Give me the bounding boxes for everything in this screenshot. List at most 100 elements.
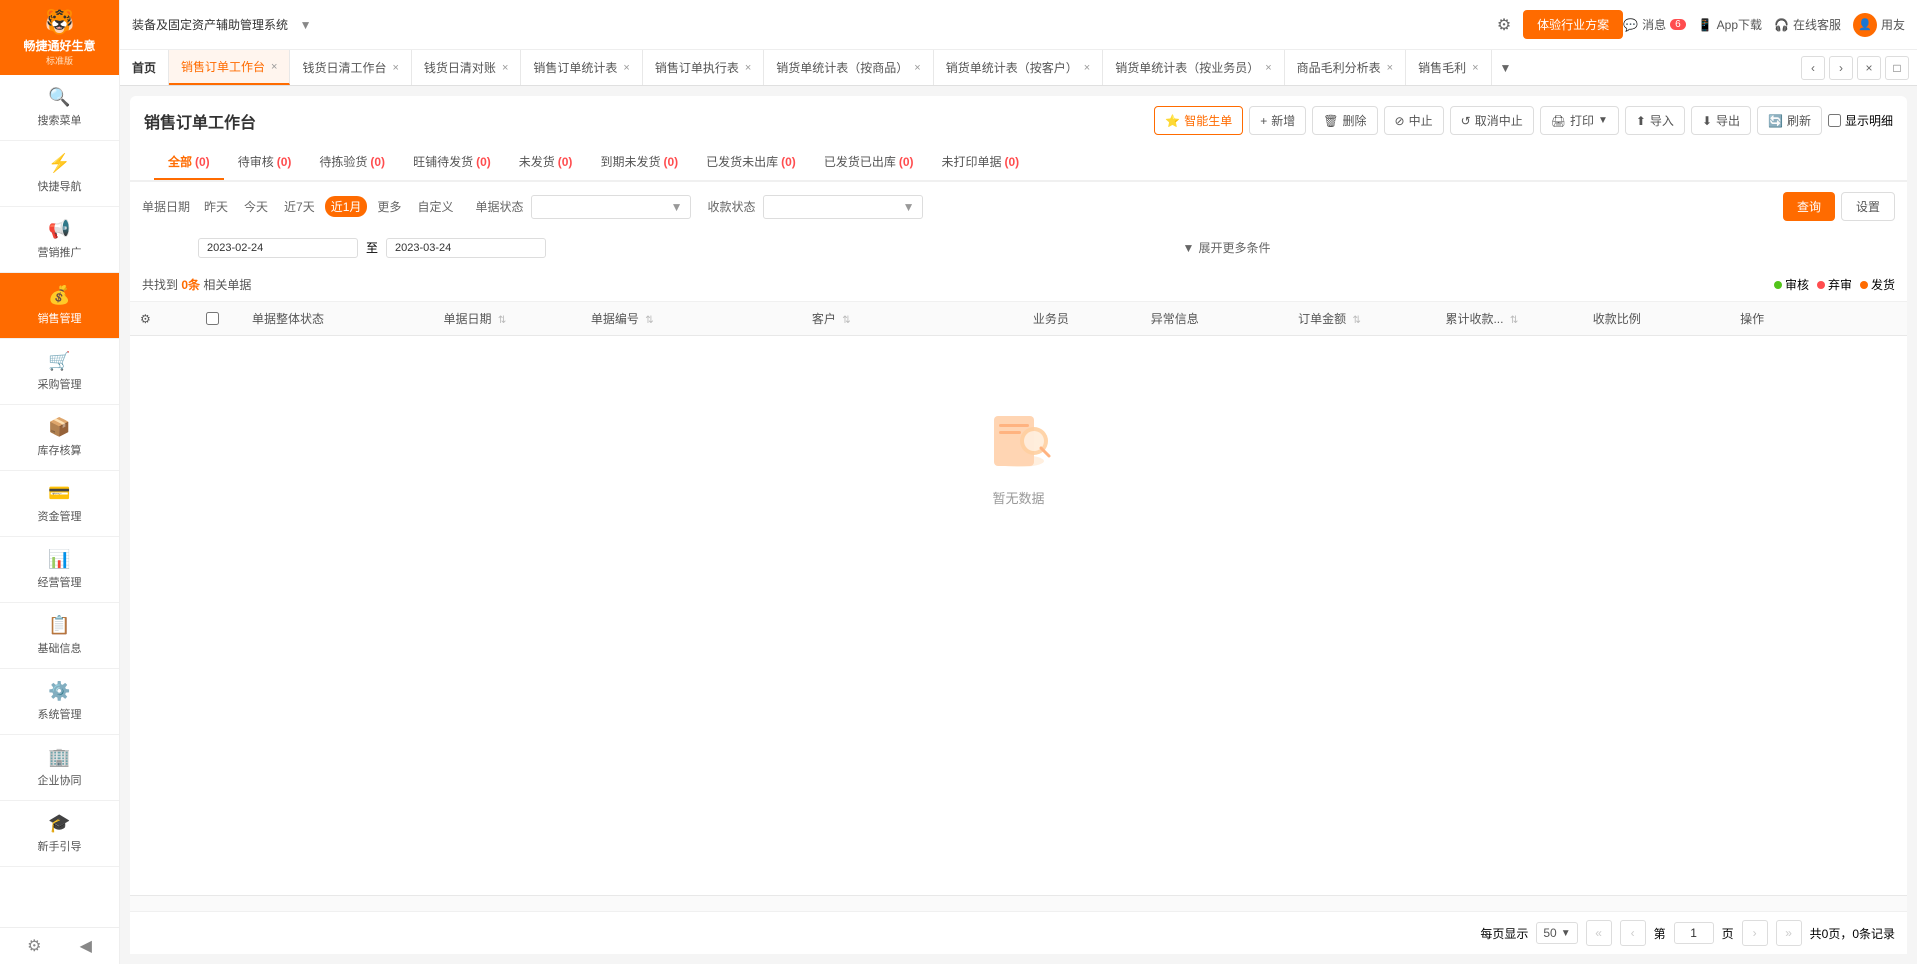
tab-close-all-btn[interactable]: × (1857, 56, 1881, 80)
settings-footer-icon[interactable]: ⚙ (27, 936, 41, 956)
date-from-input[interactable] (198, 238, 358, 258)
sidebar-item-marketing[interactable]: 📢 营销推广 (0, 207, 119, 273)
date-quick-btn-昨天[interactable]: 昨天 (198, 196, 234, 217)
page-number-input[interactable] (1674, 922, 1714, 944)
refresh-btn[interactable]: 🔄 刷新 (1757, 106, 1822, 135)
sidebar-item-basic[interactable]: 📋 基础信息 (0, 603, 119, 669)
filter-tab-pending-review[interactable]: 待审核(0) (224, 145, 306, 180)
filter-tab-wangpu-pending[interactable]: 旺铺待发货(0) (399, 145, 505, 180)
date-quick-btn-近1月[interactable]: 近1月 (325, 196, 368, 217)
sidebar-item-quick-nav[interactable]: ⚡ 快捷导航 (0, 141, 119, 207)
query-btn[interactable]: 查询 (1783, 192, 1835, 221)
filter-tab-all[interactable]: 全部(0) (154, 145, 224, 180)
tab-home[interactable]: 首页 (120, 50, 169, 85)
col-abnormal-header[interactable]: 异常信息 (1141, 302, 1288, 336)
stop-btn[interactable]: ⊘ 中止 (1384, 106, 1444, 135)
page-next-btn[interactable]: › (1742, 920, 1768, 946)
sidebar-item-inventory[interactable]: 📦 库存核算 (0, 405, 119, 471)
solution-btn[interactable]: 体验行业方案 (1523, 10, 1623, 39)
filter-tab-shipped-not-out[interactable]: 已发货未出库(0) (692, 145, 810, 180)
tab-close-goods-margin[interactable]: × (1387, 62, 1393, 74)
cancel-review-action-btn[interactable]: 弃审 (1817, 276, 1852, 293)
tab-cash-reconcile[interactable]: 钱货日清对账× (412, 50, 521, 85)
tab-close-sales-summary-customer[interactable]: × (1084, 62, 1090, 74)
dropdown-arrow[interactable]: ▼ (300, 18, 312, 32)
tab-close-sales-summary-product[interactable]: × (914, 62, 920, 74)
sidebar-item-enterprise[interactable]: 🏢 企业协同 (0, 735, 119, 801)
message-action[interactable]: 💬 消息 6 (1623, 16, 1686, 33)
tab-maximize-btn[interactable]: □ (1885, 56, 1909, 80)
col-no-header[interactable]: 单据编号 ⇅ (581, 302, 802, 336)
payment-select[interactable]: ▼ (763, 195, 923, 219)
tab-sales-profit[interactable]: 销售毛利× (1406, 50, 1491, 85)
tab-sales-summary-product[interactable]: 销货单统计表（按商品）× (764, 50, 933, 85)
page-size-select[interactable]: 50 ▼ (1536, 922, 1577, 944)
status-select[interactable]: ▼ (531, 195, 691, 219)
filter-tab-pending-check[interactable]: 待拣验货(0) (305, 145, 399, 180)
review-action-btn[interactable]: 审核 (1774, 276, 1809, 293)
app-download-action[interactable]: 📱 App下载 (1698, 16, 1762, 33)
sidebar-item-sales[interactable]: 💰 销售管理 (0, 273, 119, 339)
col-settings-header[interactable]: ⚙ (130, 302, 183, 336)
filter-tab-not-printed[interactable]: 未打印单据(0) (928, 145, 1034, 180)
topbar-settings-icon[interactable]: ⚙ (1497, 15, 1511, 35)
date-to-input[interactable] (386, 238, 546, 258)
smart-create-btn[interactable]: ⭐ 智能生单 (1154, 106, 1243, 135)
expand-conditions-btn[interactable]: ▼ 展开更多条件 (1175, 235, 1279, 260)
col-status-header[interactable]: 单据整体状态 (242, 302, 434, 336)
tab-sales-summary-customer[interactable]: 销货单统计表（按客户）× (934, 50, 1103, 85)
date-quick-btn-更多[interactable]: 更多 (371, 196, 407, 217)
sidebar-item-search[interactable]: 🔍 搜索菜单 (0, 75, 119, 141)
tab-close-sales-stats[interactable]: × (623, 62, 629, 74)
tab-close-sales-exec[interactable]: × (745, 62, 751, 74)
page-last-btn[interactable]: » (1776, 920, 1802, 946)
tab-sales-exec[interactable]: 销售订单执行表× (643, 50, 764, 85)
tab-close-sales-workbench[interactable]: × (271, 61, 277, 73)
sidebar-item-system[interactable]: ⚙️ 系统管理 (0, 669, 119, 735)
date-quick-btn-自定义[interactable]: 自定义 (411, 196, 459, 217)
col-amount-header[interactable]: 订单金额 ⇅ (1288, 302, 1435, 336)
tab-close-sales-profit[interactable]: × (1472, 62, 1478, 74)
tab-close-cash-daily[interactable]: × (392, 62, 398, 74)
print-btn[interactable]: 🖨 打印 ▼ (1540, 106, 1619, 135)
user-profile[interactable]: 👤 用友 (1853, 13, 1905, 37)
filter-tab-overdue-not-shipped[interactable]: 到期未发货(0) (586, 145, 692, 180)
filter-tab-shipped-out[interactable]: 已发货已出库(0) (810, 145, 928, 180)
tab-sales-summary-staff[interactable]: 销货单统计表（按业务员）× (1103, 50, 1284, 85)
sidebar-item-guide[interactable]: 🎓 新手引导 (0, 801, 119, 867)
tab-prev-btn[interactable]: ‹ (1801, 56, 1825, 80)
add-btn[interactable]: + 新增 (1249, 106, 1306, 135)
page-prev-btn[interactable]: ‹ (1620, 920, 1646, 946)
col-staff-header[interactable]: 业务员 (1023, 302, 1141, 336)
ship-action-btn[interactable]: 发货 (1860, 276, 1895, 293)
collapse-sidebar-icon[interactable]: ◀ (80, 936, 92, 956)
date-quick-btn-今天[interactable]: 今天 (238, 196, 274, 217)
export-btn[interactable]: ⬇ 导出 (1691, 106, 1751, 135)
delete-btn[interactable]: 🗑 删除 (1312, 106, 1377, 135)
scrollbar-area[interactable] (130, 895, 1907, 911)
tabs-overflow-btn[interactable]: ▼ (1492, 61, 1520, 75)
tab-close-cash-reconcile[interactable]: × (502, 62, 508, 74)
cancel-stop-btn[interactable]: ↺ 取消中止 (1450, 106, 1534, 135)
page-first-btn[interactable]: « (1586, 920, 1612, 946)
tab-close-sales-summary-staff[interactable]: × (1265, 62, 1271, 74)
col-received-header[interactable]: 累计收款... ⇅ (1435, 302, 1582, 336)
sidebar-item-operations[interactable]: 📊 经营管理 (0, 537, 119, 603)
col-customer-header[interactable]: 客户 ⇅ (802, 302, 1023, 336)
tab-sales-stats[interactable]: 销售订单统计表× (521, 50, 642, 85)
select-all-checkbox[interactable] (206, 312, 219, 325)
tab-cash-daily[interactable]: 钱货日清工作台× (290, 50, 411, 85)
date-quick-btn-近7天[interactable]: 近7天 (278, 196, 321, 217)
online-service-action[interactable]: 🎧 在线客服 (1774, 16, 1841, 33)
settings-btn[interactable]: 设置 (1841, 192, 1895, 221)
show-detail-label[interactable]: 显示明细 (1828, 112, 1893, 129)
tab-sales-workbench[interactable]: 销售订单工作台× (169, 50, 290, 85)
import-btn[interactable]: ⬆ 导入 (1625, 106, 1685, 135)
show-detail-checkbox[interactable] (1828, 114, 1841, 127)
col-date-header[interactable]: 单据日期 ⇅ (434, 302, 581, 336)
sidebar-item-purchase[interactable]: 🛒 采购管理 (0, 339, 119, 405)
col-checkbox-header[interactable] (183, 302, 242, 336)
tab-goods-margin[interactable]: 商品毛利分析表× (1285, 50, 1406, 85)
filter-tab-not-shipped[interactable]: 未发货(0) (505, 145, 587, 180)
tab-next-btn[interactable]: › (1829, 56, 1853, 80)
